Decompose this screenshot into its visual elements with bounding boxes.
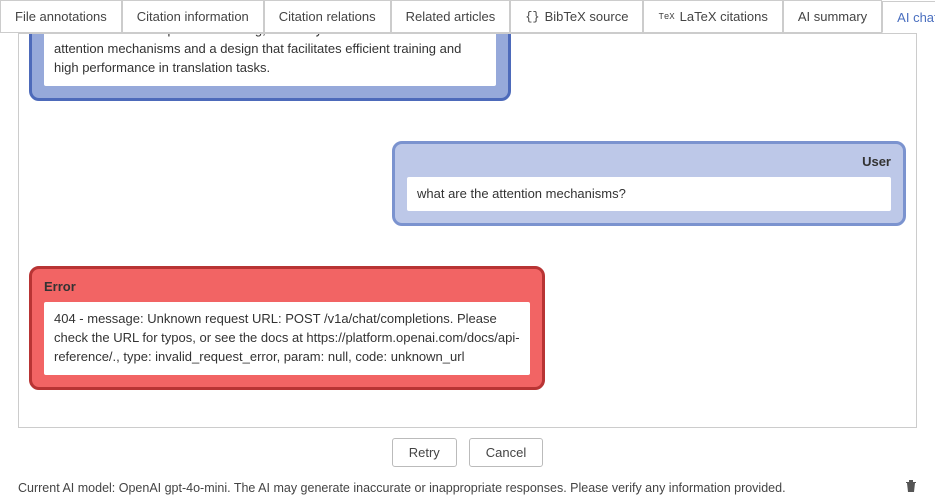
tab-related-articles[interactable]: Related articles: [391, 0, 511, 32]
tab-citation-information[interactable]: Citation information: [122, 0, 264, 32]
action-buttons: Retry Cancel: [0, 438, 935, 467]
clear-chat-button[interactable]: [905, 479, 917, 496]
cancel-button[interactable]: Cancel: [469, 438, 543, 467]
tab-citation-relations[interactable]: Citation relations: [264, 0, 391, 32]
tab-ai-chat[interactable]: AI chat: [882, 1, 935, 33]
error-role-label: Error: [44, 279, 530, 294]
footer-text: Current AI model: OpenAI gpt-4o-mini. Th…: [18, 481, 786, 495]
braces-icon: {}: [525, 10, 539, 24]
user-message: User what are the attention mechanisms?: [392, 141, 906, 227]
tab-latex-citations[interactable]: TeXLaTeX citations: [643, 0, 782, 32]
tab-bibtex-source[interactable]: {}BibTeX source: [510, 0, 643, 32]
tab-ai-summary[interactable]: AI summary: [783, 0, 882, 32]
user-role-label: User: [407, 154, 891, 169]
tex-icon: TeX: [658, 12, 674, 22]
retry-button[interactable]: Retry: [392, 438, 457, 467]
tab-file-annotations[interactable]: File annotations: [0, 0, 122, 32]
user-message-text: what are the attention mechanisms?: [407, 177, 891, 212]
chat-area: advancement in sequence modeling, driven…: [18, 33, 917, 428]
tabs-bar: File annotations Citation information Ci…: [0, 0, 935, 33]
footer: Current AI model: OpenAI gpt-4o-mini. Th…: [18, 479, 917, 496]
error-message-text: 404 - message: Unknown request URL: POST…: [44, 302, 530, 375]
trash-icon: [905, 479, 917, 493]
error-message: Error 404 - message: Unknown request URL…: [29, 266, 545, 390]
assistant-message: advancement in sequence modeling, driven…: [29, 33, 511, 101]
assistant-message-text: advancement in sequence modeling, driven…: [44, 33, 496, 86]
